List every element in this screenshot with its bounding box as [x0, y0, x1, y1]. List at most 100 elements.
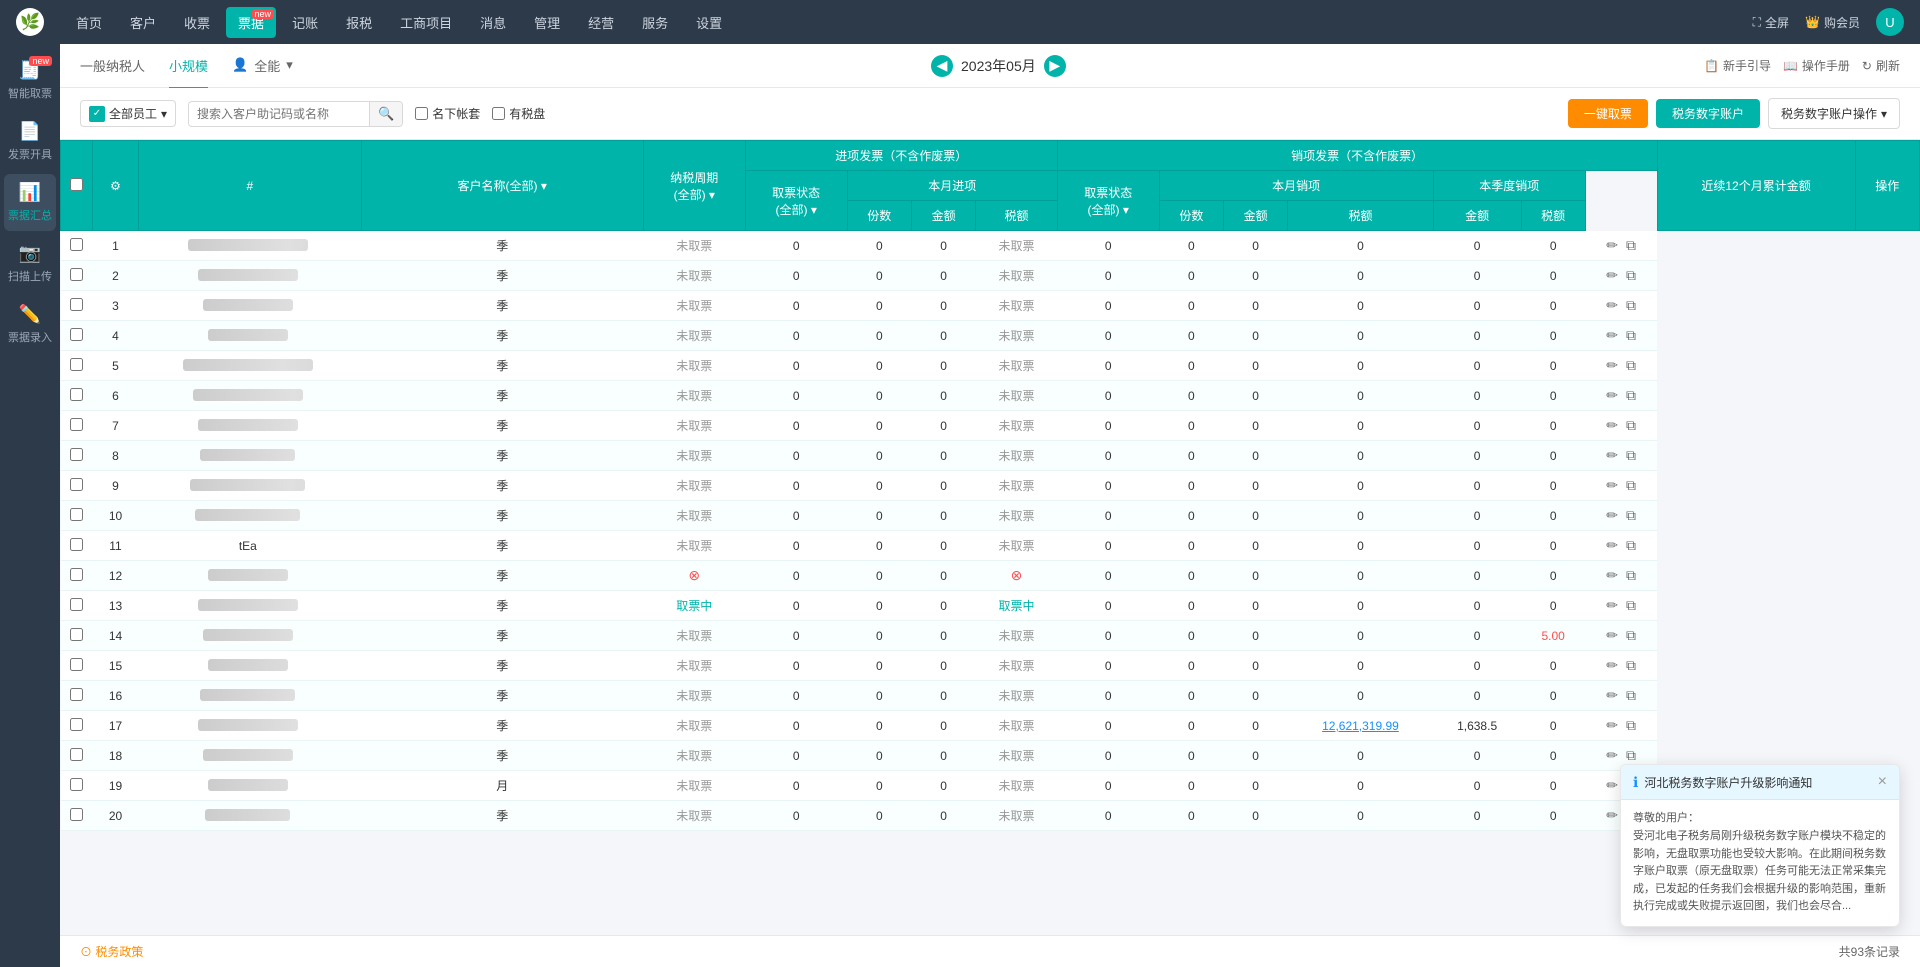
tab-general-taxpayer[interactable]: 一般纳税人 — [80, 44, 145, 89]
row-checkbox[interactable] — [70, 328, 83, 341]
edit-icon[interactable]: ✏ — [1606, 657, 1618, 674]
nav-tax[interactable]: 报税 — [334, 7, 384, 38]
row-checkbox[interactable] — [70, 508, 83, 521]
row-checkbox[interactable] — [70, 568, 83, 581]
notification-close-button[interactable]: × — [1878, 773, 1887, 791]
fullscreen-button[interactable]: ⛶ 全屏 — [1753, 14, 1789, 31]
nav-operation[interactable]: 经营 — [576, 7, 626, 38]
row-checkbox[interactable] — [70, 388, 83, 401]
nav-manage[interactable]: 管理 — [522, 7, 572, 38]
checkbox-taxdisk-input[interactable] — [492, 107, 505, 120]
copy-icon[interactable]: ⧉ — [1626, 357, 1636, 374]
row-checkbox[interactable] — [70, 598, 83, 611]
manual-button[interactable]: 📖 操作手册 — [1783, 57, 1850, 74]
row-checkbox[interactable] — [70, 808, 83, 821]
row-checkbox[interactable] — [70, 238, 83, 251]
copy-icon[interactable]: ⧉ — [1626, 717, 1636, 734]
nav-business[interactable]: 工商项目 — [388, 7, 464, 38]
copy-icon[interactable]: ⧉ — [1626, 627, 1636, 644]
edit-icon[interactable]: ✏ — [1606, 807, 1618, 824]
employee-select[interactable]: ✓ 全部员工 ▾ — [80, 100, 176, 127]
row-checkbox[interactable] — [70, 718, 83, 731]
copy-icon[interactable]: ⧉ — [1626, 447, 1636, 464]
edit-icon[interactable]: ✏ — [1606, 447, 1618, 464]
month-prev-button[interactable]: ◀ — [931, 55, 953, 77]
checkbox-account[interactable]: 名下帐套 — [415, 105, 480, 122]
row-checkbox[interactable] — [70, 358, 83, 371]
sidebar-item-scan[interactable]: 📷 扫描上传 — [4, 235, 56, 292]
edit-icon[interactable]: ✏ — [1606, 507, 1618, 524]
edit-icon[interactable]: ✏ — [1606, 267, 1618, 284]
tab-all[interactable]: 👤 全能 ▾ — [232, 44, 293, 89]
digital-ops-button[interactable]: 税务数字账户操作 ▾ — [1768, 98, 1900, 129]
edit-icon[interactable]: ✏ — [1606, 537, 1618, 554]
nav-settings[interactable]: 设置 — [684, 7, 734, 38]
copy-icon[interactable]: ⧉ — [1626, 387, 1636, 404]
th-client-filter-icon[interactable]: ▾ — [541, 179, 547, 193]
row-checkbox[interactable] — [70, 628, 83, 641]
copy-icon[interactable]: ⧉ — [1626, 237, 1636, 254]
row-checkbox[interactable] — [70, 418, 83, 431]
copy-icon[interactable]: ⧉ — [1626, 687, 1636, 704]
search-button[interactable]: 🔍 — [369, 102, 402, 126]
checkbox-taxdisk[interactable]: 有税盘 — [492, 105, 545, 122]
row-checkbox[interactable] — [70, 778, 83, 791]
refresh-button[interactable]: ↻ 刷新 — [1862, 57, 1900, 74]
nav-client[interactable]: 客户 — [118, 7, 168, 38]
copy-icon[interactable]: ⧉ — [1626, 327, 1636, 344]
copy-icon[interactable]: ⧉ — [1626, 657, 1636, 674]
checkbox-account-input[interactable] — [415, 107, 428, 120]
nav-invoice[interactable]: 票据 new — [226, 7, 276, 38]
nav-service[interactable]: 服务 — [630, 7, 680, 38]
search-input[interactable] — [189, 103, 369, 125]
th-period-filter-icon[interactable]: ▾ — [709, 188, 715, 202]
row-checkbox[interactable] — [70, 658, 83, 671]
edit-icon[interactable]: ✏ — [1606, 327, 1618, 344]
edit-icon[interactable]: ✏ — [1606, 717, 1618, 734]
edit-icon[interactable]: ✏ — [1606, 357, 1618, 374]
deduct-amount-link[interactable]: 12,621,319.99 — [1322, 719, 1399, 733]
nav-home[interactable]: 首页 — [64, 7, 114, 38]
edit-icon[interactable]: ✏ — [1606, 687, 1618, 704]
user-avatar[interactable]: U — [1876, 8, 1904, 36]
edit-icon[interactable]: ✏ — [1606, 567, 1618, 584]
nav-message[interactable]: 消息 — [468, 7, 518, 38]
sales-status-filter[interactable]: ▾ — [1123, 203, 1129, 217]
edit-icon[interactable]: ✏ — [1606, 417, 1618, 434]
copy-icon[interactable]: ⧉ — [1626, 747, 1636, 764]
row-checkbox[interactable] — [70, 298, 83, 311]
quick-ticket-button[interactable]: 一键取票 — [1568, 99, 1648, 128]
sidebar-item-entry[interactable]: ✏️ 票据录入 — [4, 296, 56, 353]
copy-icon[interactable]: ⧉ — [1626, 537, 1636, 554]
copy-icon[interactable]: ⧉ — [1626, 597, 1636, 614]
row-checkbox[interactable] — [70, 448, 83, 461]
digital-account-button[interactable]: 税务数字账户 — [1656, 99, 1760, 128]
row-checkbox[interactable] — [70, 478, 83, 491]
edit-icon[interactable]: ✏ — [1606, 387, 1618, 404]
copy-icon[interactable]: ⧉ — [1626, 477, 1636, 494]
select-all-checkbox[interactable] — [70, 178, 83, 191]
edit-icon[interactable]: ✏ — [1606, 747, 1618, 764]
membership-button[interactable]: 👑 购会员 — [1805, 14, 1860, 31]
copy-icon[interactable]: ⧉ — [1626, 267, 1636, 284]
copy-icon[interactable]: ⧉ — [1626, 417, 1636, 434]
copy-icon[interactable]: ⧉ — [1626, 507, 1636, 524]
edit-icon[interactable]: ✏ — [1606, 237, 1618, 254]
row-checkbox[interactable] — [70, 538, 83, 551]
edit-icon[interactable]: ✏ — [1606, 477, 1618, 494]
sidebar-item-smart-ticket[interactable]: new 🧾 智能取票 — [4, 52, 56, 109]
nav-receive[interactable]: 收票 — [172, 7, 222, 38]
row-checkbox[interactable] — [70, 688, 83, 701]
edit-icon[interactable]: ✏ — [1606, 777, 1618, 794]
edit-icon[interactable]: ✏ — [1606, 297, 1618, 314]
copy-icon[interactable]: ⧉ — [1626, 297, 1636, 314]
income-status-filter[interactable]: ▾ — [811, 203, 817, 217]
row-checkbox[interactable] — [70, 748, 83, 761]
month-next-button[interactable]: ▶ — [1044, 55, 1066, 77]
guide-button[interactable]: 📋 新手引导 — [1704, 57, 1771, 74]
nav-accounting[interactable]: 记账 — [280, 7, 330, 38]
tax-policy-link[interactable]: ⊙ 税务政策 — [80, 943, 143, 960]
copy-icon[interactable]: ⧉ — [1626, 567, 1636, 584]
edit-icon[interactable]: ✏ — [1606, 597, 1618, 614]
edit-icon[interactable]: ✏ — [1606, 627, 1618, 644]
